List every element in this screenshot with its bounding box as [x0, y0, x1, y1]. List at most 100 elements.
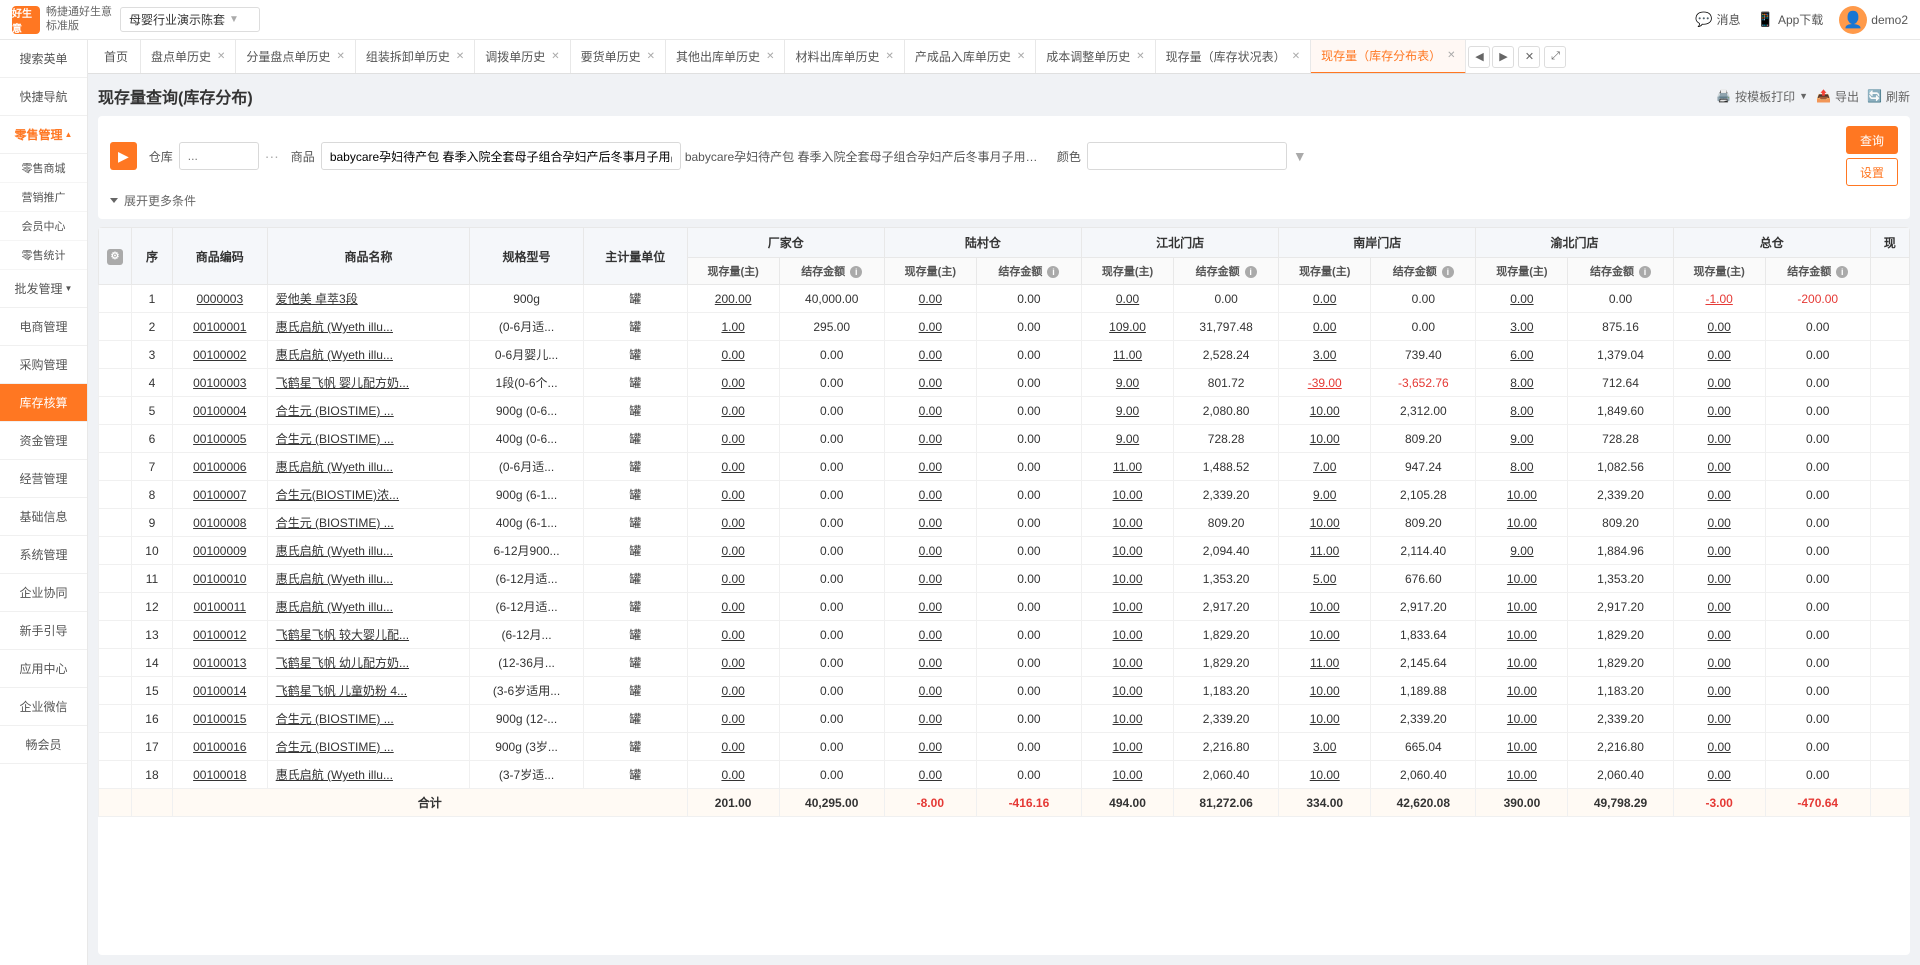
- row-c1-qty[interactable]: 200.00: [687, 285, 779, 313]
- row-ct-qty[interactable]: 0.00: [1673, 369, 1765, 397]
- row-c5-qty[interactable]: 9.00: [1476, 537, 1568, 565]
- query-button[interactable]: 查询: [1846, 126, 1898, 154]
- tab-dbd[interactable]: 调拨单历史 ✕: [475, 40, 570, 74]
- row-name[interactable]: 惠氏启航 (Wyeth illu...: [267, 453, 470, 481]
- user-menu[interactable]: 👤 demo2: [1839, 6, 1908, 34]
- sidebar-item-svip[interactable]: 畅会员: [0, 726, 87, 764]
- row-code[interactable]: 00100014: [172, 677, 267, 705]
- row-ct-qty[interactable]: 0.00: [1673, 313, 1765, 341]
- row-c4-qty[interactable]: 10.00: [1279, 621, 1371, 649]
- row-name[interactable]: 飞鹤星飞帆 儿童奶粉 4...: [267, 677, 470, 705]
- row-ct-qty[interactable]: 0.00: [1673, 425, 1765, 453]
- row-c1-qty[interactable]: 0.00: [687, 509, 779, 537]
- row-c2-qty[interactable]: 0.00: [884, 621, 976, 649]
- row-c5-qty[interactable]: 6.00: [1476, 341, 1568, 369]
- tab-close-xzl1[interactable]: ✕: [1292, 51, 1300, 62]
- sidebar-item-purchase[interactable]: 采购管理: [0, 346, 87, 384]
- tab-close-ztcd[interactable]: ✕: [456, 51, 464, 62]
- row-c2-qty[interactable]: 0.00: [884, 369, 976, 397]
- sidebar-item-guide[interactable]: 新手引导: [0, 612, 87, 650]
- row-c4-qty[interactable]: 10.00: [1279, 425, 1371, 453]
- row-c1-qty[interactable]: 0.00: [687, 481, 779, 509]
- row-ct-qty[interactable]: 0.00: [1673, 733, 1765, 761]
- row-c3-qty[interactable]: 10.00: [1082, 761, 1174, 789]
- tab-xzl1[interactable]: 现存量（库存状况表） ✕: [1156, 40, 1311, 74]
- industry-selector[interactable]: 母婴行业演示陈套 ▼: [120, 7, 260, 32]
- row-code[interactable]: 00100016: [172, 733, 267, 761]
- row-c2-qty[interactable]: 0.00: [884, 453, 976, 481]
- row-c5-qty[interactable]: 10.00: [1476, 705, 1568, 733]
- row-ct-qty[interactable]: 0.00: [1673, 397, 1765, 425]
- tab-maximize-btn[interactable]: ⤢: [1544, 46, 1566, 68]
- row-c4-qty[interactable]: 9.00: [1279, 481, 1371, 509]
- row-code[interactable]: 00100008: [172, 509, 267, 537]
- row-ct-qty[interactable]: 0.00: [1673, 621, 1765, 649]
- tab-fpd[interactable]: 分量盘点单历史 ✕: [236, 40, 355, 74]
- color-dropdown-icon[interactable]: ▼: [1293, 148, 1307, 164]
- tab-close-qtck[interactable]: ✕: [766, 51, 774, 62]
- app-download-btn[interactable]: 📱 App下载: [1757, 11, 1824, 28]
- tab-ztcd[interactable]: 组装拆卸单历史 ✕: [356, 40, 475, 74]
- row-name[interactable]: 惠氏启航 (Wyeth illu...: [267, 593, 470, 621]
- row-c2-qty[interactable]: 0.00: [884, 649, 976, 677]
- row-code[interactable]: 00100001: [172, 313, 267, 341]
- row-code[interactable]: 00100013: [172, 649, 267, 677]
- tab-close-fpd[interactable]: ✕: [336, 51, 344, 62]
- row-ct-qty[interactable]: 0.00: [1673, 565, 1765, 593]
- row-c1-qty[interactable]: 0.00: [687, 733, 779, 761]
- row-c5-qty[interactable]: 9.00: [1476, 425, 1568, 453]
- sidebar-item-inventory[interactable]: 库存核算: [0, 384, 87, 422]
- row-c5-qty[interactable]: 10.00: [1476, 509, 1568, 537]
- tab-close-cbtz[interactable]: ✕: [1136, 51, 1144, 62]
- row-c1-qty[interactable]: 0.00: [687, 621, 779, 649]
- row-code[interactable]: 00100004: [172, 397, 267, 425]
- sidebar-item-retail[interactable]: 零售管理 ▲: [0, 116, 87, 154]
- row-name[interactable]: 惠氏启航 (Wyeth illu...: [267, 537, 470, 565]
- row-c3-qty[interactable]: 10.00: [1082, 593, 1174, 621]
- row-code[interactable]: 00100003: [172, 369, 267, 397]
- row-c5-qty[interactable]: 8.00: [1476, 397, 1568, 425]
- tab-close-all-btn[interactable]: ✕: [1518, 46, 1540, 68]
- warehouse-input[interactable]: [179, 142, 259, 170]
- row-c4-qty[interactable]: 11.00: [1279, 649, 1371, 677]
- sidebar-item-corp[interactable]: 企业协同: [0, 574, 87, 612]
- tab-cprk[interactable]: 产成品入库单历史 ✕: [905, 40, 1036, 74]
- row-name[interactable]: 飞鹤星飞帆 幼儿配方奶...: [267, 649, 470, 677]
- row-ct-qty[interactable]: -1.00: [1673, 285, 1765, 313]
- c2-amt-info-icon[interactable]: i: [1047, 266, 1059, 278]
- row-code[interactable]: 00100009: [172, 537, 267, 565]
- row-code[interactable]: 0000003: [172, 285, 267, 313]
- sidebar-item-system[interactable]: 系统管理: [0, 536, 87, 574]
- row-c3-qty[interactable]: 10.00: [1082, 649, 1174, 677]
- row-c3-qty[interactable]: 9.00: [1082, 425, 1174, 453]
- tab-home[interactable]: 首页: [92, 40, 141, 74]
- row-c2-qty[interactable]: 0.00: [884, 593, 976, 621]
- row-c3-qty[interactable]: 11.00: [1082, 453, 1174, 481]
- row-c2-qty[interactable]: 0.00: [884, 705, 976, 733]
- row-c5-qty[interactable]: 10.00: [1476, 593, 1568, 621]
- row-c4-qty[interactable]: 10.00: [1279, 509, 1371, 537]
- row-c1-qty[interactable]: 0.00: [687, 341, 779, 369]
- row-c3-qty[interactable]: 11.00: [1082, 341, 1174, 369]
- row-c3-qty[interactable]: 10.00: [1082, 733, 1174, 761]
- row-c3-qty[interactable]: 9.00: [1082, 369, 1174, 397]
- row-c2-qty[interactable]: 0.00: [884, 565, 976, 593]
- c1-amt-info-icon[interactable]: i: [850, 266, 862, 278]
- tab-xzl2[interactable]: 现存量（库存分布表） ✕: [1311, 40, 1466, 74]
- row-c1-qty[interactable]: 0.00: [687, 677, 779, 705]
- row-c1-qty[interactable]: 0.00: [687, 705, 779, 733]
- tab-clck[interactable]: 材料出库单历史 ✕: [785, 40, 904, 74]
- row-c2-qty[interactable]: 0.00: [884, 537, 976, 565]
- tab-prev-btn[interactable]: ◀: [1468, 46, 1490, 68]
- row-name[interactable]: 合生元 (BIOSTIME) ...: [267, 733, 470, 761]
- row-c2-qty[interactable]: 0.00: [884, 481, 976, 509]
- row-ct-qty[interactable]: 0.00: [1673, 481, 1765, 509]
- row-ct-qty[interactable]: 0.00: [1673, 593, 1765, 621]
- sidebar-item-nav[interactable]: 快捷导航: [0, 78, 87, 116]
- expand-conditions-btn[interactable]: 展开更多条件: [110, 192, 1898, 209]
- row-c5-qty[interactable]: 10.00: [1476, 761, 1568, 789]
- row-c5-qty[interactable]: 10.00: [1476, 621, 1568, 649]
- row-c3-qty[interactable]: 10.00: [1082, 621, 1174, 649]
- sidebar-item-wholesale[interactable]: 批发管理 ▼: [0, 270, 87, 308]
- row-c4-qty[interactable]: 10.00: [1279, 705, 1371, 733]
